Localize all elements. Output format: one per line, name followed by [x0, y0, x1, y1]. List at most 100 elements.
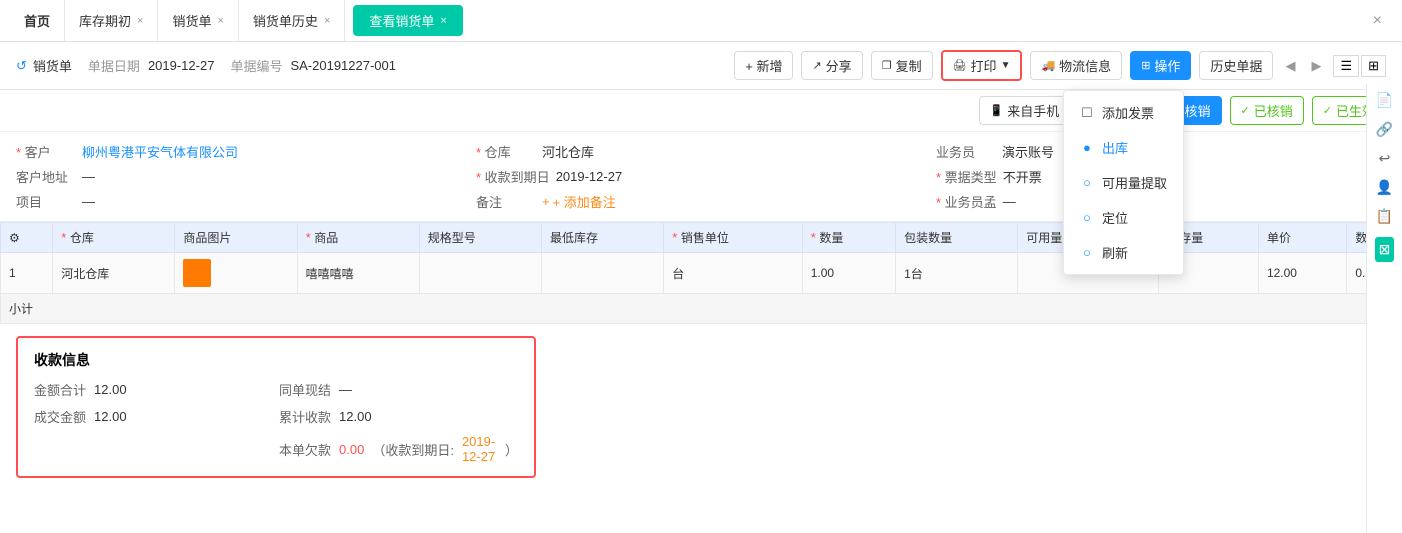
- project-value: —: [82, 194, 95, 209]
- salesperson-label: 业务员: [936, 142, 996, 161]
- tab-bar: 首页 库存期初 × 销货单 × 销货单历史 × 查看销货单 × ×: [0, 0, 1402, 42]
- address-label: 客户地址: [16, 167, 76, 186]
- sidebar-list-icon[interactable]: 📋: [1376, 208, 1393, 225]
- number-value: SA-20191227-001: [290, 58, 396, 73]
- cumulative-label: 累计收款: [279, 407, 331, 426]
- products-table: ⚙ * 仓库 商品图片 * 商品 规格型号 最低库存 * 销售单位 * 数量 包…: [0, 222, 1402, 324]
- operation-button[interactable]: ⊞ 操作: [1130, 51, 1191, 80]
- copy-button[interactable]: ❐ 复制: [871, 51, 933, 80]
- available-qty-label: 可用量提取: [1102, 173, 1167, 192]
- print-button[interactable]: 🖨 打印 ▼: [941, 50, 1023, 81]
- warehouse-value: 河北仓库: [542, 142, 594, 161]
- refresh-item[interactable]: ○ 刷新: [1064, 235, 1183, 270]
- due-date: 2019-12-27: [462, 434, 497, 464]
- sidebar-expand-icon[interactable]: ⊠: [1375, 237, 1395, 262]
- payment-date-value: 2019-12-27: [556, 169, 623, 184]
- date-value: 2019-12-27: [148, 58, 215, 73]
- ticket-type-label: 票据类型: [936, 167, 997, 186]
- document-header: ↺ 销货单 单据日期 2019-12-27 单据编号 SA-20191227-0…: [0, 42, 1402, 90]
- product-image: [183, 259, 211, 287]
- sidebar-link-icon[interactable]: 🔗: [1376, 121, 1393, 138]
- new-label: + 新增: [745, 56, 782, 75]
- from-phone-button[interactable]: 📱 来自手机: [979, 96, 1071, 125]
- col-unit: * 销售单位: [664, 223, 803, 253]
- sold-out-label: 已核销: [1254, 101, 1293, 120]
- tab-view-sales[interactable]: 查看销货单 ×: [353, 5, 462, 36]
- row-warehouse: 河北仓库: [53, 253, 175, 294]
- add-invoice-item[interactable]: ☐ 添加发票: [1064, 95, 1183, 130]
- doc-type-label: 销货单: [33, 56, 72, 75]
- view-list-icon[interactable]: ☰: [1333, 55, 1359, 77]
- payment-date-label: 收款到期日: [476, 167, 550, 186]
- next-arrow[interactable]: ▶: [1307, 58, 1325, 74]
- customer-label: 客户: [16, 142, 76, 161]
- same-bill-value: —: [339, 382, 352, 397]
- row-price: 12.00: [1258, 253, 1346, 294]
- history-label: 历史单据: [1210, 56, 1262, 75]
- logistics-button[interactable]: 🚚 物流信息: [1030, 51, 1122, 80]
- payment-grid: 金额合计 12.00 成交金额 12.00 同单现结 —: [34, 380, 518, 464]
- note-label: 备注: [476, 192, 536, 211]
- available-qty-item[interactable]: ○ 可用量提取: [1064, 165, 1183, 200]
- project-row: 项目 —: [16, 192, 466, 211]
- tab-sales-history-label: 销货单历史: [253, 11, 318, 30]
- due-row: 本单欠款 0.00 （收款到期日: 2019-12-27 ）: [279, 434, 518, 464]
- from-phone-label: 来自手机: [1007, 101, 1059, 120]
- tab-view-sales-close[interactable]: ×: [440, 15, 446, 27]
- row-unit: 台: [664, 253, 803, 294]
- row-product: 嘻嘻嘻嘻: [297, 253, 419, 294]
- table-section: ⚙ * 仓库 商品图片 * 商品 规格型号 最低库存 * 销售单位 * 数量 包…: [0, 222, 1402, 324]
- doc-date-section: 单据日期 2019-12-27: [88, 56, 215, 75]
- tab-home[interactable]: 首页: [10, 0, 65, 41]
- tab-sales-label: 销货单: [172, 11, 211, 30]
- locate-item[interactable]: ○ 定位: [1064, 200, 1183, 235]
- logistics-label: 物流信息: [1059, 56, 1111, 75]
- outbound-label: 出库: [1102, 138, 1128, 157]
- tab-sales-history-close[interactable]: ×: [324, 15, 330, 27]
- total-amount-value: 12.00: [94, 382, 127, 397]
- available-qty-icon: ○: [1080, 176, 1094, 190]
- due-close: ）: [505, 440, 518, 459]
- warehouse-row: 仓库 河北仓库: [476, 142, 926, 161]
- tab-inventory[interactable]: 库存期初 ×: [65, 0, 158, 41]
- subtotal-label: 小计: [1, 294, 1402, 324]
- tab-sales-history[interactable]: 销货单历史 ×: [239, 0, 345, 41]
- tab-sales-close[interactable]: ×: [217, 15, 223, 27]
- right-sidebar: 📄 🔗 ↩ 👤 📋 ⊠: [1366, 84, 1402, 533]
- row-min-stock: [542, 253, 664, 294]
- locate-icon: ○: [1080, 211, 1094, 225]
- sidebar-doc-icon[interactable]: 📄: [1376, 92, 1393, 109]
- operation-label: 操作: [1154, 56, 1180, 75]
- tab-sales[interactable]: 销货单 ×: [158, 0, 238, 41]
- transaction-row: 成交金额 12.00: [34, 407, 273, 426]
- plus-icon: +: [542, 194, 550, 209]
- customer-value[interactable]: 柳州粤港平安气体有限公司: [82, 142, 238, 161]
- history-button[interactable]: 历史单据: [1199, 51, 1273, 80]
- prev-arrow[interactable]: ◀: [1281, 58, 1299, 74]
- new-button[interactable]: + 新增: [734, 51, 793, 80]
- total-amount-row: 金额合计 12.00: [34, 380, 273, 399]
- share-button[interactable]: ↗ 分享: [801, 51, 862, 80]
- col-price: 单价: [1258, 223, 1346, 253]
- due-label: 本单欠款: [279, 440, 331, 459]
- payment-section: 收款信息 金额合计 12.00 成交金额 12.00: [16, 336, 536, 478]
- tab-inventory-label: 库存期初: [79, 11, 131, 30]
- table-row: 1 河北仓库 嘻嘻嘻嘻 台 1.00 1台: [1, 253, 1402, 294]
- outbound-icon: ●: [1080, 141, 1094, 155]
- window-close-button[interactable]: ×: [1363, 12, 1392, 30]
- tab-inventory-close[interactable]: ×: [137, 15, 143, 27]
- salesperson2-label: 业务员孟: [936, 192, 997, 211]
- same-bill-row: 同单现结 —: [279, 380, 518, 399]
- print-label: 打印: [971, 56, 997, 75]
- add-note-button[interactable]: + + 添加备注: [542, 192, 616, 211]
- sold-out-button[interactable]: ✓ 已核销: [1230, 96, 1304, 125]
- refresh-label: 刷新: [1102, 243, 1128, 262]
- view-grid-icon[interactable]: ⊞: [1361, 55, 1386, 77]
- sidebar-user-icon[interactable]: 👤: [1376, 179, 1393, 196]
- tab-view-sales-label: 查看销货单: [369, 11, 434, 30]
- row-image: [175, 253, 297, 294]
- col-settings[interactable]: ⚙: [1, 223, 53, 253]
- sidebar-return-icon[interactable]: ↩: [1379, 150, 1391, 167]
- transaction-value: 12.00: [94, 409, 127, 424]
- outbound-item[interactable]: ● 出库: [1064, 130, 1183, 165]
